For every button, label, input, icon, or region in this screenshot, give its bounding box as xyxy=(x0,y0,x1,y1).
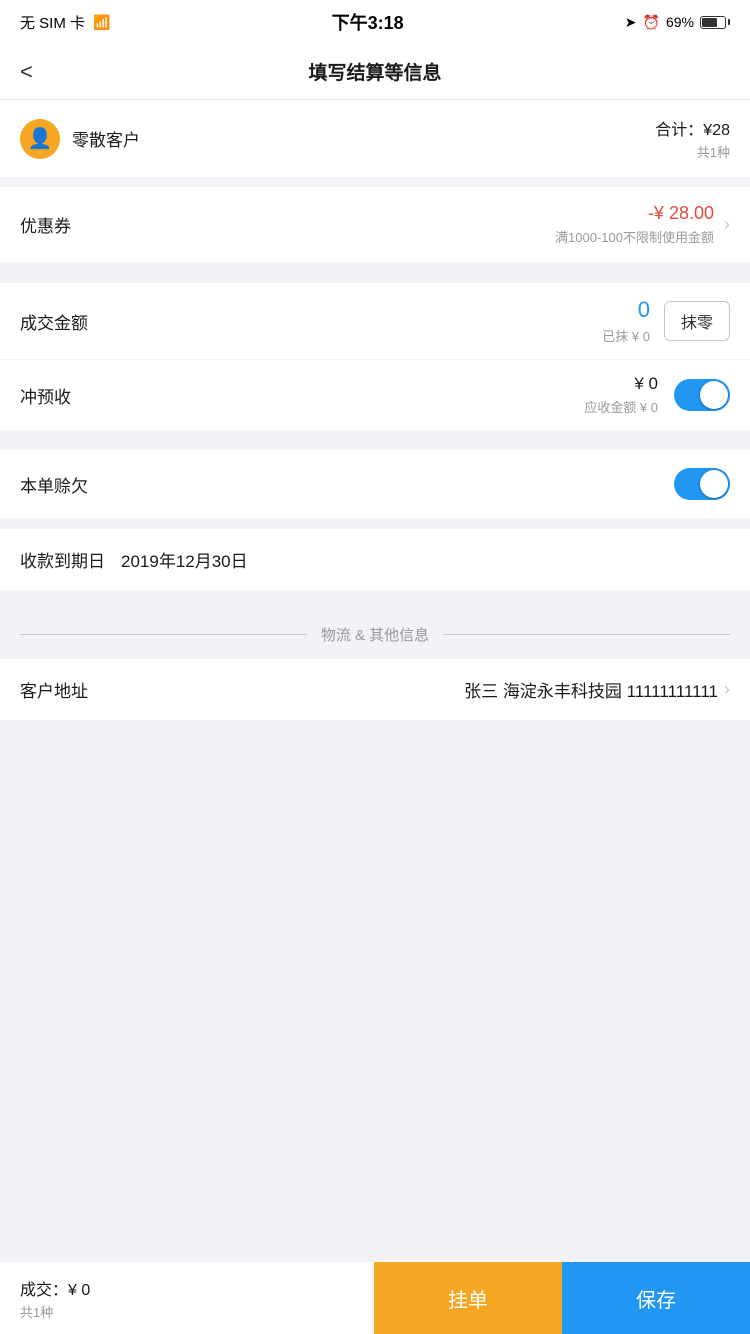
battery-icon xyxy=(700,16,730,29)
due-date-value: 2019年12月30日 xyxy=(121,547,248,572)
bottom-count: 共1种 xyxy=(20,1302,354,1321)
bottom-bar: 成交：¥ 0 共1种 挂单 保存 xyxy=(0,1262,750,1334)
divider-2 xyxy=(0,440,750,450)
credit-debt-label: 本单赊欠 xyxy=(20,472,88,497)
alarm-icon: ⏰ xyxy=(643,14,660,31)
page-title: 填写结算等信息 xyxy=(308,58,441,85)
deal-amount-row: 成交金额 0 已抹 ¥ 0 抹零 xyxy=(0,283,750,360)
status-bar: 无 SIM 卡 📶 下午3:18 ➤ ⏰ 69% xyxy=(0,0,750,44)
customer-name: 零散客户 xyxy=(72,126,140,151)
status-right: ➤ ⏰ 69% xyxy=(625,14,730,31)
battery-percent: 69% xyxy=(666,14,694,30)
logistics-divider: 物流 & 其他信息 xyxy=(0,610,750,659)
advance-toggle[interactable] xyxy=(674,379,730,411)
nav-bar: < 填写结算等信息 xyxy=(0,44,750,100)
credit-debt-row: 本单赊欠 xyxy=(0,450,750,519)
logistics-line-left xyxy=(20,634,307,635)
coupon-desc: 满1000-100不限制使用金额 xyxy=(555,227,714,246)
customer-count: 共1种 xyxy=(655,142,730,161)
advance-value: ¥ 0 xyxy=(584,374,658,394)
customer-row: 👤 零散客户 合计：¥28 共1种 xyxy=(0,100,750,177)
due-date-label: 收款到期日 xyxy=(20,547,105,572)
status-left: 无 SIM 卡 📶 xyxy=(20,12,110,33)
toggle-knob xyxy=(700,381,728,409)
content-area: 👤 零散客户 合计：¥28 共1种 优惠券 -¥ 28.00 满1000-100… xyxy=(0,100,750,810)
bottom-summary: 成交：¥ 0 共1种 xyxy=(0,1276,374,1321)
location-icon: ➤ xyxy=(625,14,637,31)
bottom-deal-value: ¥ 0 xyxy=(68,1282,90,1299)
coupon-discount: -¥ 28.00 xyxy=(555,203,714,224)
address-right: 张三 海淀永丰科技园 11111111111 › xyxy=(464,677,730,702)
customer-left: 👤 零散客户 xyxy=(20,119,140,159)
advance-values: ¥ 0 应收金额 ¥ 0 xyxy=(584,374,658,416)
credit-toggle[interactable] xyxy=(674,468,730,500)
deal-amount-sub: 已抹 ¥ 0 xyxy=(602,326,650,345)
customer-avatar: 👤 xyxy=(20,119,60,159)
logistics-line-right xyxy=(443,634,730,635)
coupon-right: -¥ 28.00 满1000-100不限制使用金额 › xyxy=(555,203,730,246)
advance-sub: 应收金额 ¥ 0 xyxy=(584,397,658,416)
address-label: 客户地址 xyxy=(20,677,88,702)
bottom-deal-label: 成交：¥ 0 xyxy=(20,1276,354,1300)
deal-amount-label: 成交金额 xyxy=(20,309,88,334)
due-date-row: 收款到期日 2019年12月30日 xyxy=(0,529,750,590)
clock: 下午3:18 xyxy=(332,9,404,35)
advance-right: ¥ 0 应收金额 ¥ 0 xyxy=(584,374,730,416)
customer-right: 合计：¥28 共1种 xyxy=(655,116,730,161)
round-zero-button[interactable]: 抹零 xyxy=(664,301,730,341)
bottom-deal-text: 成交： xyxy=(20,1282,68,1299)
coupon-label: 优惠券 xyxy=(20,212,71,237)
logistics-label: 物流 & 其他信息 xyxy=(321,624,429,645)
credit-toggle-knob xyxy=(700,470,728,498)
wifi-icon: 📶 xyxy=(93,14,110,31)
divider-3 xyxy=(0,600,750,610)
address-chevron-icon: › xyxy=(724,679,730,700)
deal-amount-right: 0 已抹 ¥ 0 抹零 xyxy=(602,297,730,345)
save-button[interactable]: 保存 xyxy=(562,1262,750,1334)
address-value: 张三 海淀永丰科技园 11111111111 xyxy=(464,677,718,702)
back-button[interactable]: < xyxy=(20,59,33,85)
advance-label: 冲预收 xyxy=(20,383,71,408)
deal-amount-input[interactable]: 0 xyxy=(602,297,650,323)
address-row[interactable]: 客户地址 张三 海淀永丰科技园 11111111111 › xyxy=(0,659,750,720)
chevron-right-icon: › xyxy=(724,214,730,235)
advance-row: 冲预收 ¥ 0 应收金额 ¥ 0 xyxy=(0,360,750,430)
customer-total: 合计：¥28 xyxy=(655,116,730,140)
coupon-row[interactable]: 优惠券 -¥ 28.00 满1000-100不限制使用金额 › xyxy=(0,187,750,263)
pending-button[interactable]: 挂单 xyxy=(374,1262,562,1334)
divider-1 xyxy=(0,273,750,283)
carrier-label: 无 SIM 卡 xyxy=(20,12,85,33)
